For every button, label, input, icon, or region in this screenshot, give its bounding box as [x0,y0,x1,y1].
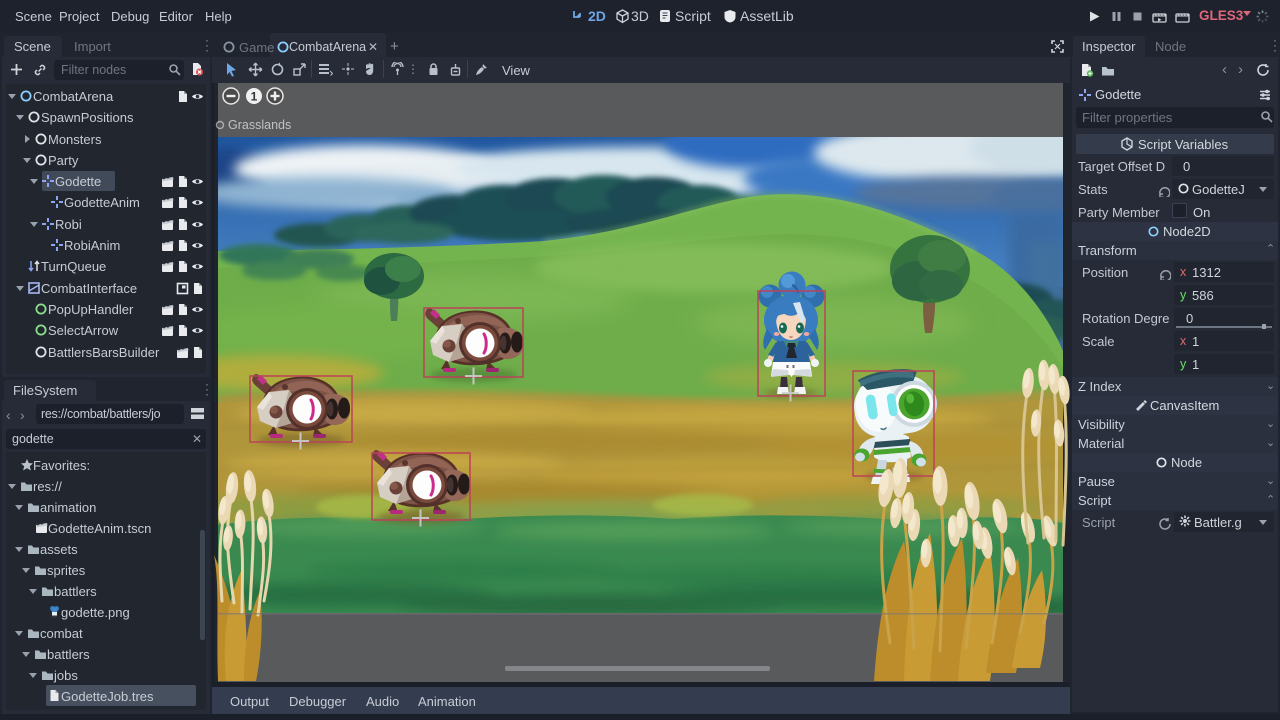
svg-text:1: 1 [251,90,258,104]
svg-text:Grasslands: Grasslands [228,118,291,132]
